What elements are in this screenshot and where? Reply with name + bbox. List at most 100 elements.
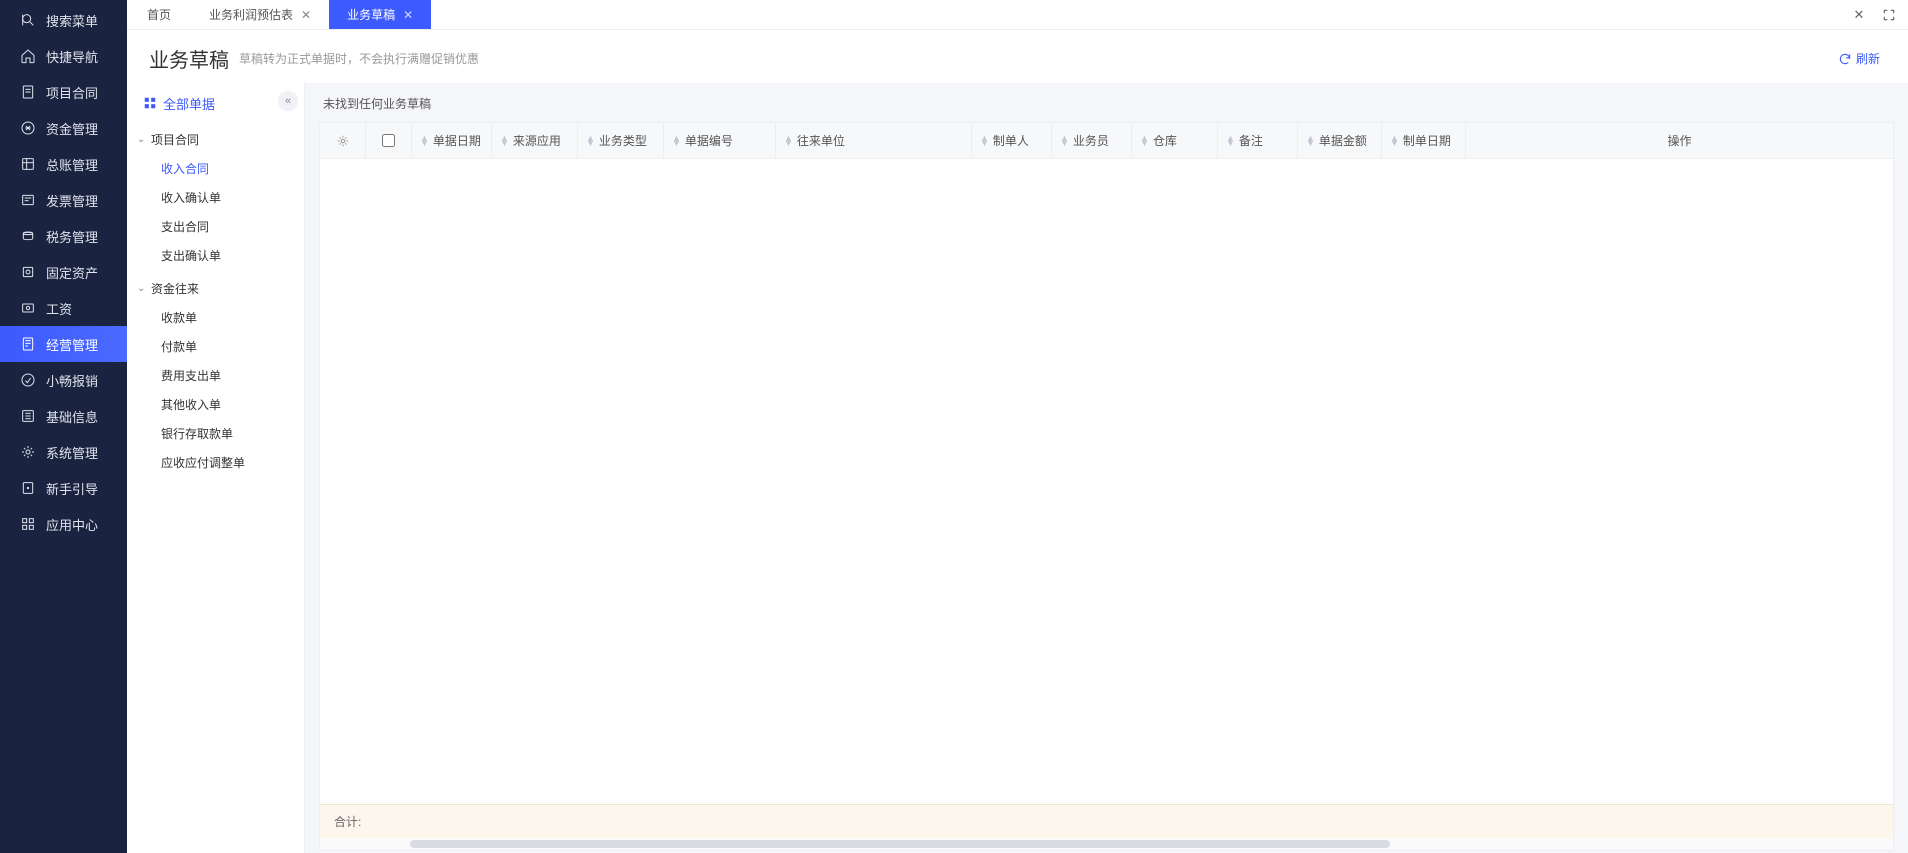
fullscreen-icon[interactable] [1880, 6, 1898, 24]
col-make-date[interactable]: ▲▼制单日期 [1382, 123, 1466, 158]
sidebar-label: 发票管理 [46, 191, 98, 210]
close-icon[interactable]: ✕ [403, 8, 413, 22]
sidebar-item-fund-mgmt[interactable]: 资金管理 [0, 110, 127, 146]
col-doc-date[interactable]: ▲▼单据日期 [412, 123, 492, 158]
asset-icon [20, 264, 36, 280]
data-area: 未找到任何业务草稿 ▲▼单据日期 ▲▼来源应用 ▲▼业务类型 ▲▼单据编号 [305, 83, 1908, 853]
col-amount[interactable]: ▲▼单据金额 [1298, 123, 1382, 158]
sidebar-item-system-mgmt[interactable]: 系统管理 [0, 434, 127, 470]
col-action: 操作 [1466, 123, 1893, 158]
col-warehouse[interactable]: ▲▼仓库 [1132, 123, 1218, 158]
sidebar-item-salary[interactable]: 工资 [0, 290, 127, 326]
refresh-button[interactable]: 刷新 [1838, 50, 1886, 67]
table-footer: 合计: [320, 804, 1893, 838]
group-title-fund[interactable]: ⌄ 资金往来 [127, 274, 304, 303]
group-title-contract[interactable]: ⌄ 项目合同 [127, 125, 304, 154]
tab-bar: 首页 业务利润预估表 ✕ 业务草稿 ✕ ✕ [127, 0, 1908, 30]
data-table: ▲▼单据日期 ▲▼来源应用 ▲▼业务类型 ▲▼单据编号 ▲▼往来单位 ▲▼制单人… [319, 122, 1894, 851]
select-all-column[interactable] [366, 123, 412, 158]
sidebar-item-app-center[interactable]: 应用中心 [0, 506, 127, 542]
tab-business-draft[interactable]: 业务草稿 ✕ [329, 0, 431, 29]
chevron-down-icon: ⌄ [137, 134, 147, 145]
base-info-icon [20, 408, 36, 424]
sidebar-item-tax-mgmt[interactable]: 税务管理 [0, 218, 127, 254]
sidebar-item-quick-nav[interactable]: 快捷导航 [0, 38, 127, 74]
col-salesman[interactable]: ▲▼业务员 [1052, 123, 1132, 158]
page-subtitle: 草稿转为正式单据时，不会执行满赠促销优惠 [239, 50, 479, 67]
col-doc-no[interactable]: ▲▼单据编号 [664, 123, 776, 158]
leaf-bank-deposit[interactable]: 银行存取款单 [127, 419, 304, 448]
group-label: 项目合同 [151, 131, 199, 148]
guide-icon [20, 480, 36, 496]
search-icon [20, 12, 36, 28]
close-all-icon[interactable]: ✕ [1850, 6, 1868, 24]
all-docs-label: 全部单据 [163, 94, 215, 113]
sidebar-item-reimburse[interactable]: 小畅报销 [0, 362, 127, 398]
col-remark[interactable]: ▲▼备注 [1218, 123, 1298, 158]
leaf-expense-bill[interactable]: 费用支出单 [127, 361, 304, 390]
horizontal-scrollbar[interactable] [320, 838, 1893, 850]
sidebar-label: 工资 [46, 299, 72, 318]
scrollbar-thumb[interactable] [410, 840, 1390, 848]
sidebar-label: 固定资产 [46, 263, 98, 282]
main-sidebar: 搜索菜单 快捷导航 项目合同 资金管理 总账管理 发票管理 税务管理 固定资产 [0, 0, 127, 853]
sidebar-label: 经营管理 [46, 335, 98, 354]
col-source-app[interactable]: ▲▼来源应用 [492, 123, 578, 158]
category-group-fund: ⌄ 资金往来 收款单 付款单 费用支出单 其他收入单 银行存取款单 应收应付调整… [127, 272, 304, 479]
tax-icon [20, 228, 36, 244]
group-label: 资金往来 [151, 280, 199, 297]
select-all-checkbox[interactable] [382, 134, 395, 147]
sidebar-label: 总账管理 [46, 155, 98, 174]
sort-icon: ▲▼ [1390, 136, 1399, 146]
leaf-expense-confirm[interactable]: 支出确认单 [127, 241, 304, 270]
sidebar-label: 资金管理 [46, 119, 98, 138]
sort-icon: ▲▼ [1060, 136, 1069, 146]
sidebar-item-search-menu[interactable]: 搜索菜单 [0, 2, 127, 38]
sidebar-item-project-contract[interactable]: 项目合同 [0, 74, 127, 110]
leaf-payment[interactable]: 付款单 [127, 332, 304, 361]
invoice-icon [20, 192, 36, 208]
page-header: 业务草稿 草稿转为正式单据时，不会执行满赠促销优惠 刷新 [127, 30, 1908, 83]
sort-icon: ▲▼ [1226, 136, 1235, 146]
leaf-receipt[interactable]: 收款单 [127, 303, 304, 332]
gear-icon [20, 444, 36, 460]
sidebar-item-base-info[interactable]: 基础信息 [0, 398, 127, 434]
col-maker[interactable]: ▲▼制单人 [972, 123, 1052, 158]
leaf-expense-contract[interactable]: 支出合同 [127, 212, 304, 241]
main-area: 首页 业务利润预估表 ✕ 业务草稿 ✕ ✕ 业务草稿 草稿转为正式单据时，不会执… [127, 0, 1908, 853]
sidebar-label: 快捷导航 [46, 47, 98, 66]
sidebar-label: 项目合同 [46, 83, 98, 102]
money-icon [20, 120, 36, 136]
gear-icon [336, 134, 350, 148]
leaf-income-contract[interactable]: 收入合同 [127, 154, 304, 183]
collapse-panel-button[interactable]: « [278, 91, 298, 111]
settings-column[interactable] [320, 123, 366, 158]
table-body [320, 159, 1893, 804]
sidebar-item-invoice-mgmt[interactable]: 发票管理 [0, 182, 127, 218]
sidebar-label: 应用中心 [46, 515, 98, 534]
sidebar-label: 税务管理 [46, 227, 98, 246]
tab-profit-estimate[interactable]: 业务利润预估表 ✕ [191, 0, 329, 29]
col-partner[interactable]: ▲▼往来单位 [776, 123, 972, 158]
col-biz-type[interactable]: ▲▼业务类型 [578, 123, 664, 158]
table-header: ▲▼单据日期 ▲▼来源应用 ▲▼业务类型 ▲▼单据编号 ▲▼往来单位 ▲▼制单人… [320, 123, 1893, 159]
close-icon[interactable]: ✕ [301, 8, 311, 22]
sort-icon: ▲▼ [1140, 136, 1149, 146]
leaf-income-confirm[interactable]: 收入确认单 [127, 183, 304, 212]
reimburse-icon [20, 372, 36, 388]
sidebar-item-general-ledger[interactable]: 总账管理 [0, 146, 127, 182]
category-panel: 全部单据 « ⌄ 项目合同 收入合同 收入确认单 支出合同 支出确认单 ⌄ [127, 83, 305, 853]
sidebar-item-business-mgmt[interactable]: 经营管理 [0, 326, 127, 362]
content-row: 全部单据 « ⌄ 项目合同 收入合同 收入确认单 支出合同 支出确认单 ⌄ [127, 83, 1908, 853]
sidebar-item-beginner-guide[interactable]: 新手引导 [0, 470, 127, 506]
leaf-ar-ap-adjust[interactable]: 应收应付调整单 [127, 448, 304, 477]
sidebar-label: 新手引导 [46, 479, 98, 498]
sort-icon: ▲▼ [420, 136, 429, 146]
sidebar-label: 小畅报销 [46, 371, 98, 390]
sidebar-item-fixed-asset[interactable]: 固定资产 [0, 254, 127, 290]
tab-home[interactable]: 首页 [127, 0, 191, 29]
home-icon [20, 48, 36, 64]
leaf-other-income[interactable]: 其他收入单 [127, 390, 304, 419]
sidebar-label: 基础信息 [46, 407, 98, 426]
sort-icon: ▲▼ [500, 136, 509, 146]
